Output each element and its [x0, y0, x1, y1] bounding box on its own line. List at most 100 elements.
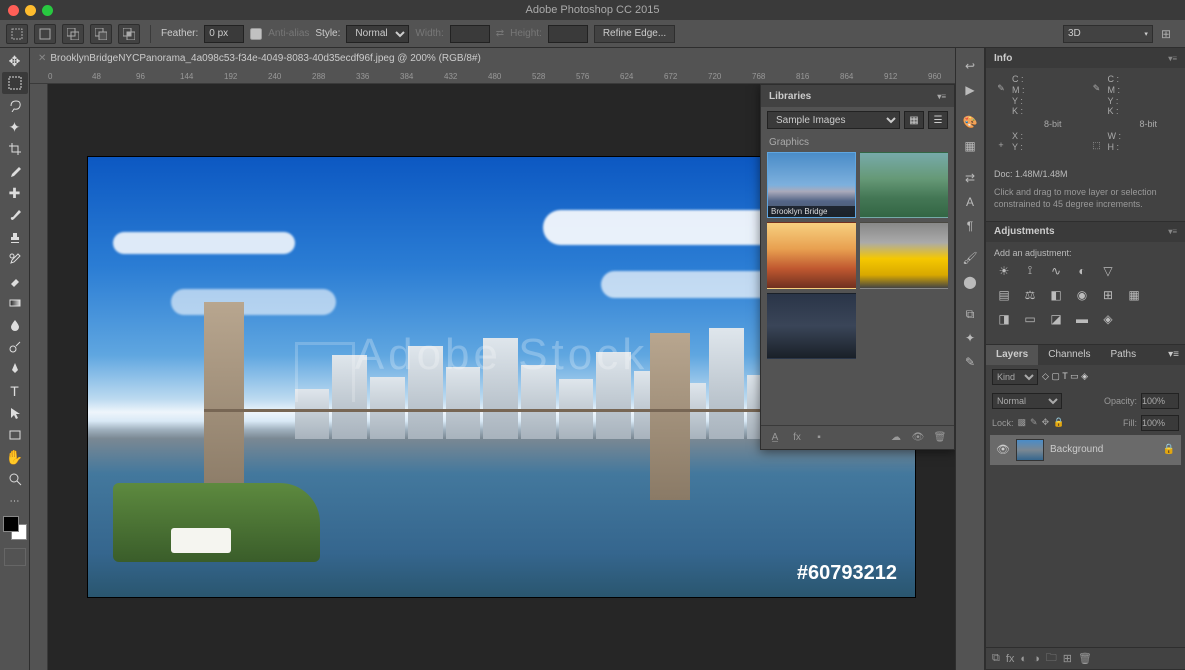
wand-tool[interactable]: ✦	[2, 116, 28, 138]
library-select[interactable]: Sample Images	[767, 111, 900, 129]
list-view-icon[interactable]: ☰	[928, 111, 948, 129]
path-select-tool[interactable]	[2, 402, 28, 424]
eyedropper-tool[interactable]	[2, 160, 28, 182]
move-tool[interactable]: ✥	[2, 50, 28, 72]
workspace-switcher[interactable]: 3D▾	[1063, 25, 1153, 43]
levels-icon[interactable]: ⟟	[1020, 262, 1040, 280]
exposure-icon[interactable]: ◐	[1072, 262, 1092, 280]
dodge-tool[interactable]	[2, 336, 28, 358]
edit-toolbar[interactable]: ⋯	[2, 490, 28, 512]
library-item-brooklyn-bridge[interactable]: Brooklyn Bridge	[767, 152, 856, 218]
color-balance-icon[interactable]: ⚖	[1020, 286, 1040, 304]
layer-mask-icon[interactable]: ◐	[1020, 653, 1027, 665]
delete-layer-icon[interactable]: 🗑	[1078, 652, 1092, 665]
tool-preset-icon[interactable]	[6, 24, 28, 44]
layer-row-background[interactable]: 👁 Background 🔒	[990, 435, 1181, 465]
fill-input[interactable]	[1141, 415, 1179, 431]
paths-tab[interactable]: Paths	[1101, 345, 1147, 365]
add-layer-style-icon[interactable]: fx	[789, 432, 805, 443]
color-lookup-icon[interactable]: ▦	[1124, 286, 1144, 304]
refine-edge-button[interactable]: Refine Edge...	[594, 25, 675, 43]
adjustments-panel-tab[interactable]: Adjustments▾≡	[986, 222, 1185, 242]
gradient-map-icon[interactable]: ▬	[1072, 310, 1092, 328]
window-zoom-button[interactable]	[42, 5, 53, 16]
color-panel-icon[interactable]: 🎨	[958, 111, 982, 133]
brush-tool[interactable]	[2, 204, 28, 226]
type-tool[interactable]: T	[2, 380, 28, 402]
lock-brush-icon[interactable]: ✎	[1030, 417, 1038, 428]
add-character-style-icon[interactable]: A̲	[767, 432, 783, 443]
paragraph-panel-icon[interactable]: ¶	[958, 215, 982, 237]
character-panel-icon[interactable]: A	[958, 191, 982, 213]
lock-position-icon[interactable]: ✥	[1042, 417, 1050, 428]
layer-thumbnail[interactable]	[1016, 439, 1044, 461]
stamp-tool[interactable]	[2, 226, 28, 248]
swatches-panel-icon[interactable]: ▦	[958, 135, 982, 157]
libraries-sync-icon[interactable]: 👁	[910, 432, 926, 443]
add-fill-icon[interactable]: ▪	[811, 432, 827, 443]
selective-color-icon[interactable]: ◈	[1098, 310, 1118, 328]
library-item[interactable]	[767, 222, 856, 288]
lasso-tool[interactable]	[2, 94, 28, 116]
fill-adjustment-icon[interactable]: ◑	[1033, 653, 1040, 665]
new-layer-icon[interactable]: ⊞	[1063, 652, 1072, 665]
blur-tool[interactable]	[2, 314, 28, 336]
libraries-trash-icon[interactable]: 🗑	[932, 432, 948, 443]
pen-tool[interactable]	[2, 358, 28, 380]
search-icon[interactable]: ⊞	[1161, 27, 1171, 41]
quick-mask-toggle[interactable]	[4, 548, 26, 566]
curves-icon[interactable]: ∿	[1046, 262, 1066, 280]
marquee-tool[interactable]	[2, 72, 28, 94]
healing-tool[interactable]: ✚	[2, 182, 28, 204]
info-panel-tab[interactable]: Info▾≡	[986, 48, 1185, 68]
clone-source-icon[interactable]: ⧉	[958, 303, 982, 325]
layer-group-icon[interactable]: 🗀	[1046, 649, 1057, 668]
navigator-panel-icon[interactable]: ✦	[958, 327, 982, 349]
layer-kind-filter[interactable]: Kind	[992, 369, 1038, 385]
history-brush-tool[interactable]	[2, 248, 28, 270]
posterize-icon[interactable]: ▭	[1020, 310, 1040, 328]
style-select[interactable]: Normal	[346, 25, 409, 43]
library-item[interactable]	[767, 293, 856, 359]
panel-menu-icon[interactable]: ▾≡	[937, 92, 946, 101]
brush-panel-icon[interactable]: 🖌	[958, 247, 982, 269]
lock-all-icon[interactable]: 🔒	[1053, 417, 1064, 428]
marquee-subtract-icon[interactable]	[90, 24, 112, 44]
marquee-add-icon[interactable]	[62, 24, 84, 44]
hue-sat-icon[interactable]: ▤	[994, 286, 1014, 304]
link-layers-icon[interactable]: ⧉	[992, 652, 1000, 665]
layers-menu-icon[interactable]: ▾≡	[1162, 349, 1185, 360]
layer-fx-icon[interactable]: fx	[1006, 653, 1015, 665]
channel-mixer-icon[interactable]: ⊞	[1098, 286, 1118, 304]
brush-presets-icon[interactable]: ⬤	[958, 271, 982, 293]
marquee-intersect-icon[interactable]	[118, 24, 140, 44]
document-tab[interactable]: ✕ BrooklynBridgeNYCPanorama_4a098c53-f34…	[30, 48, 955, 68]
vibrance-icon[interactable]: ▽	[1098, 262, 1118, 280]
eraser-tool[interactable]	[2, 270, 28, 292]
window-close-button[interactable]	[8, 5, 19, 16]
feather-input[interactable]	[204, 25, 244, 43]
blend-mode-select[interactable]: Normal	[992, 393, 1062, 409]
photo-filter-icon[interactable]: ◉	[1072, 286, 1092, 304]
bw-icon[interactable]: ◧	[1046, 286, 1066, 304]
crop-tool[interactable]	[2, 138, 28, 160]
opacity-input[interactable]	[1141, 393, 1179, 409]
marquee-new-icon[interactable]	[34, 24, 56, 44]
history-panel-icon[interactable]: ↩	[958, 55, 982, 77]
zoom-tool[interactable]	[2, 468, 28, 490]
layers-tab[interactable]: Layers	[986, 345, 1038, 365]
threshold-icon[interactable]: ◪	[1046, 310, 1066, 328]
grid-view-icon[interactable]: ▦	[904, 111, 924, 129]
channels-tab[interactable]: Channels	[1038, 345, 1100, 365]
styles-panel-icon[interactable]: ✎	[958, 351, 982, 373]
hand-tool[interactable]: ✋	[2, 446, 28, 468]
gradient-tool[interactable]	[2, 292, 28, 314]
invert-icon[interactable]: ◨	[994, 310, 1014, 328]
lock-pixels-icon[interactable]: ▩	[1018, 417, 1027, 428]
layer-visibility-icon[interactable]: 👁	[996, 443, 1010, 456]
libraries-cloud-icon[interactable]: ☁	[888, 432, 904, 443]
libraries-tab[interactable]: Libraries ▾≡	[761, 85, 954, 107]
foreground-color-swatch[interactable]	[3, 516, 19, 532]
properties-panel-icon[interactable]: ⇄	[958, 167, 982, 189]
color-swatches[interactable]	[3, 516, 27, 540]
